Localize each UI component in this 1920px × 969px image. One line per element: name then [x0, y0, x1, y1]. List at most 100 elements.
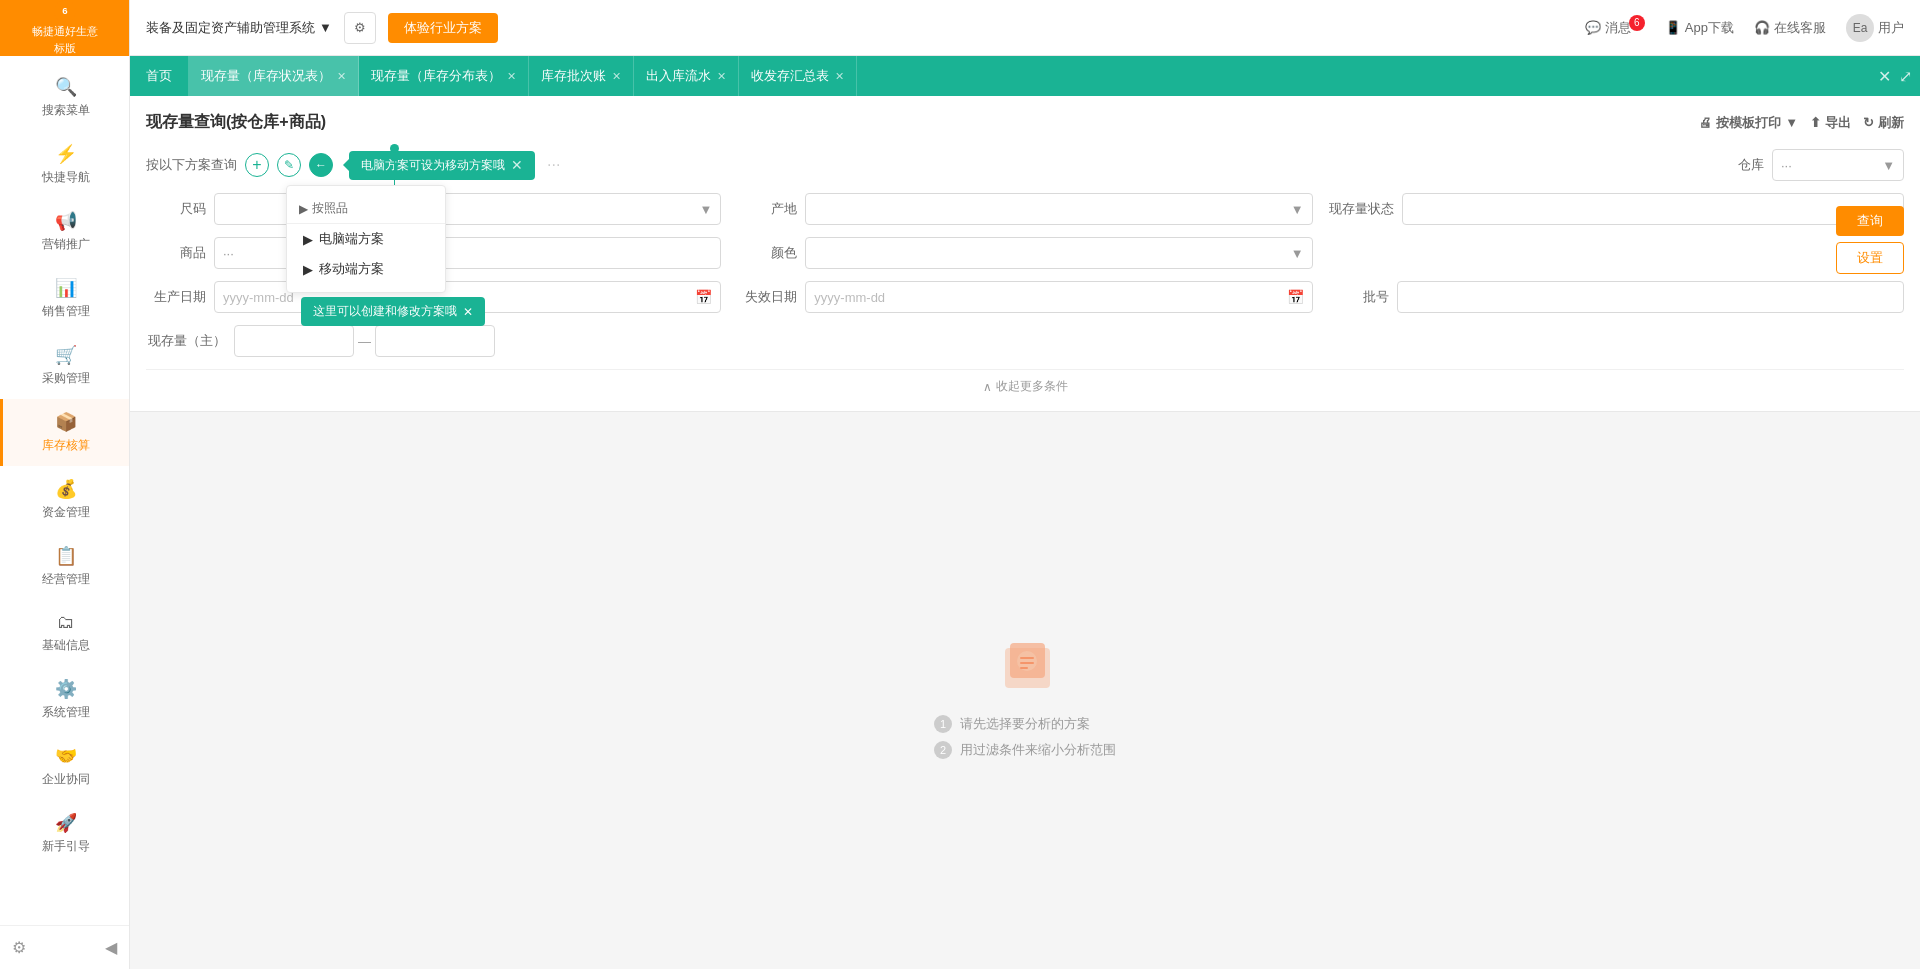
- chevron-down-icon: ▼: [1291, 246, 1304, 261]
- export-btn[interactable]: ⬆ 导出: [1810, 114, 1851, 132]
- purchase-icon: 🛒: [55, 344, 77, 366]
- stock-range-from[interactable]: [234, 325, 354, 357]
- sidebar-item-enterprise[interactable]: 🤝 企业协同: [0, 733, 129, 800]
- scheme-tooltip-wrapper: 电脑方案可设为移动方案哦 ✕: [349, 151, 535, 180]
- sidebar-item-sales[interactable]: 📊 销售管理: [0, 265, 129, 332]
- trial-button[interactable]: 体验行业方案: [388, 13, 498, 43]
- svg-rect-5: [1020, 657, 1034, 659]
- tab-close-inventory-dist[interactable]: ✕: [507, 70, 516, 83]
- filter-dots-1[interactable]: ···: [543, 156, 564, 174]
- stock-range-to[interactable]: [375, 325, 495, 357]
- sidebar-item-basic[interactable]: 🗂 基础信息: [0, 600, 129, 666]
- scheme-item-mobile[interactable]: ▶ 移动端方案: [287, 254, 445, 284]
- range-sep: —: [358, 334, 371, 349]
- refresh-btn[interactable]: ↻ 刷新: [1863, 114, 1904, 132]
- marketing-icon: 📢: [55, 210, 77, 232]
- sidebar-item-quicknav[interactable]: ⚡ 快捷导航: [0, 131, 129, 198]
- sidebar-item-label: 经营管理: [42, 571, 90, 588]
- hint-text-2: 用过滤条件来缩小分析范围: [960, 741, 1116, 759]
- filter-edit-btn[interactable]: ✎: [277, 153, 301, 177]
- sidebar-item-label: 营销推广: [42, 236, 90, 253]
- scheme-tooltip-text: 电脑方案可设为移动方案哦: [361, 157, 505, 174]
- hint-num-1: 1: [934, 715, 952, 733]
- warehouse-select[interactable]: ··· ▼: [1772, 149, 1904, 181]
- sidebar-item-system[interactable]: ⚙️ 系统管理: [0, 666, 129, 733]
- hint-num-2: 2: [934, 741, 952, 759]
- print-dropdown-icon: ▼: [1785, 115, 1798, 130]
- stock-status-select[interactable]: ▼: [1402, 193, 1904, 225]
- sidebar-item-guide[interactable]: 🚀 新手引导: [0, 800, 129, 867]
- tab-inventory-dist[interactable]: 现存量（库存分布表） ✕: [359, 56, 529, 96]
- app-label: App下载: [1685, 19, 1734, 37]
- batch-no-input[interactable]: [1397, 281, 1904, 313]
- filter-stock-status: 现存量状态 ▼: [1329, 193, 1904, 225]
- sidebar-item-label: 资金管理: [42, 504, 90, 521]
- tab-close-inventory-status[interactable]: ✕: [337, 70, 346, 83]
- tab-collect[interactable]: 收发存汇总表 ✕: [739, 56, 857, 96]
- tab-batch[interactable]: 库存批次账 ✕: [529, 56, 634, 96]
- system-selector[interactable]: 装备及固定资产辅助管理系统 ▼: [146, 19, 332, 37]
- sales-icon: 📊: [55, 277, 77, 299]
- phone-icon: 📱: [1665, 20, 1681, 35]
- tab-inout[interactable]: 出入库流水 ✕: [634, 56, 739, 96]
- reset-button[interactable]: 设置: [1836, 242, 1904, 274]
- sidebar-item-purchase[interactable]: 🛒 采购管理: [0, 332, 129, 399]
- color-select[interactable]: ▼: [805, 237, 1312, 269]
- tab-close-inout[interactable]: ✕: [717, 70, 726, 83]
- collapse-sidebar-icon[interactable]: ◀: [105, 938, 117, 957]
- message-item[interactable]: 💬 消息 6: [1585, 19, 1645, 37]
- sidebar-item-label: 销售管理: [42, 303, 90, 320]
- sidebar-item-finance[interactable]: 💰 资金管理: [0, 466, 129, 533]
- filter-add-btn[interactable]: +: [245, 153, 269, 177]
- filter-batch-no: 批号: [1329, 281, 1904, 313]
- empty-hints: 1 请先选择要分析的方案 2 用过滤条件来缩小分析范围: [934, 715, 1116, 759]
- basic-icon: 🗂: [57, 612, 75, 633]
- tab-home[interactable]: 首页: [130, 56, 189, 96]
- sidebar-item-label: 新手引导: [42, 838, 90, 855]
- user-label: 用户: [1878, 19, 1904, 37]
- connector-dot-top: [390, 144, 399, 153]
- finance-icon: 💰: [55, 478, 77, 500]
- origin-select[interactable]: ▼: [805, 193, 1312, 225]
- header-right: 💬 消息 6 📱 App下载 🎧 在线客服 Ea 用户: [1585, 14, 1904, 42]
- expire-date-input[interactable]: yyyy-mm-dd 📅: [805, 281, 1312, 313]
- search-icon: 🔍: [55, 76, 77, 98]
- support-label: 在线客服: [1774, 19, 1826, 37]
- collapse-bar: ∧ 收起更多条件: [146, 369, 1904, 395]
- settings-bottom-icon[interactable]: ⚙: [12, 938, 26, 957]
- filter-bar: 按以下方案查询 + ✎ ← 电脑方案可设为移动方案哦 ✕ ···: [146, 149, 1904, 181]
- logo-subtext: 标版: [54, 41, 76, 56]
- tab-inventory-status[interactable]: 现存量（库存状况表） ✕: [189, 56, 359, 96]
- sidebar-item-label: 采购管理: [42, 370, 90, 387]
- scheme-tooltip-close[interactable]: ✕: [511, 157, 523, 173]
- tab-close-batch[interactable]: ✕: [612, 70, 621, 83]
- sidebar-item-inventory[interactable]: 📦 库存核算: [0, 399, 129, 466]
- page-title: 现存量查询(按仓库+商品): [146, 112, 326, 133]
- filter-color: 颜色 ▼: [737, 237, 1312, 269]
- sidebar-bottom: ⚙ ◀: [0, 925, 129, 969]
- page-content: 现存量查询(按仓库+商品) 🖨 按模板打印 ▼ ⬆ 导出 ↻ 刷新: [130, 96, 1920, 969]
- collapse-btn[interactable]: ∧ 收起更多条件: [983, 378, 1068, 395]
- sidebar-item-marketing[interactable]: 📢 营销推广: [0, 198, 129, 265]
- chevron-down-icon: ▼: [699, 202, 712, 217]
- settings-button[interactable]: ⚙: [344, 12, 376, 44]
- support-item[interactable]: 🎧 在线客服: [1754, 19, 1826, 37]
- query-panel: 现存量查询(按仓库+商品) 🖨 按模板打印 ▼ ⬆ 导出 ↻ 刷新: [130, 96, 1920, 412]
- tab-close-all-icon[interactable]: ✕: [1878, 67, 1891, 86]
- tab-close-collect[interactable]: ✕: [835, 70, 844, 83]
- user-item[interactable]: Ea 用户: [1846, 14, 1904, 42]
- filter-expire-date: 失效日期 yyyy-mm-dd 📅: [737, 281, 1312, 313]
- page-title-row: 现存量查询(按仓库+商品) 🖨 按模板打印 ▼ ⬆ 导出 ↻ 刷新: [146, 112, 1904, 133]
- sidebar-logo: 6 畅捷通好生意 标版: [0, 0, 129, 56]
- search-button[interactable]: 查询: [1836, 206, 1904, 236]
- inventory-icon: 📦: [55, 411, 77, 433]
- app-download-item[interactable]: 📱 App下载: [1665, 19, 1734, 37]
- tab-expand-icon[interactable]: ⤢: [1899, 67, 1912, 86]
- template-print-btn[interactable]: 🖨 按模板打印 ▼: [1699, 114, 1798, 132]
- scheme-item-desktop[interactable]: ▶ 电脑端方案: [287, 224, 445, 254]
- edit-tooltip-close[interactable]: ✕: [463, 305, 473, 319]
- filter-back-btn[interactable]: ←: [309, 153, 333, 177]
- sidebar-item-search[interactable]: 🔍 搜索菜单: [0, 64, 129, 131]
- chevron-down-icon: ▼: [1882, 158, 1895, 173]
- sidebar-item-operations[interactable]: 📋 经营管理: [0, 533, 129, 600]
